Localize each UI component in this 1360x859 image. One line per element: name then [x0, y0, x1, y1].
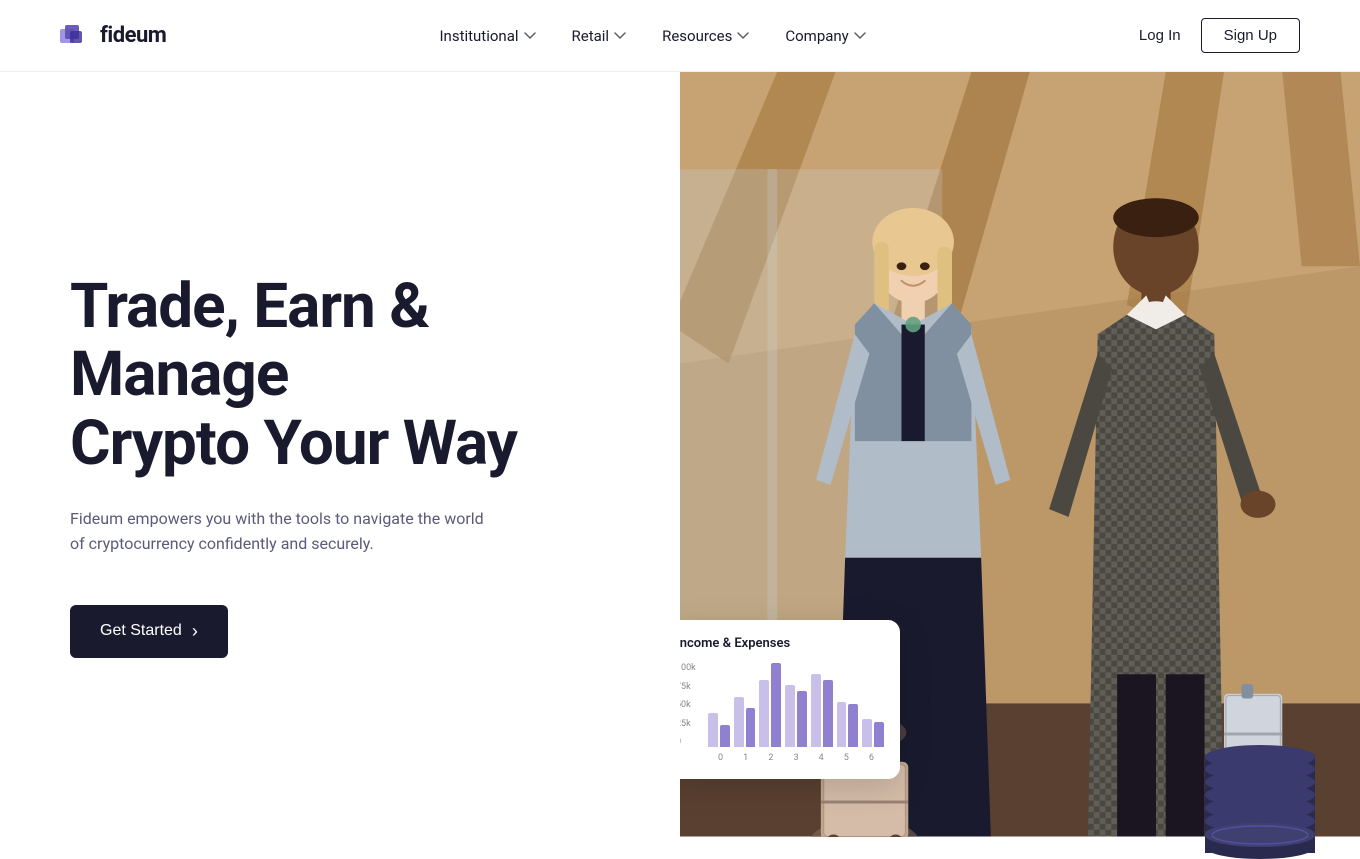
hero-left: Trade, Earn & Manage Crypto Your Way Fid…: [0, 213, 680, 718]
nav-item-company[interactable]: Company: [785, 27, 865, 45]
bar-group: [862, 719, 884, 747]
bar-group: [734, 697, 756, 747]
chart-card: Income & Expenses 100k 75k 50k 25k 0 0 1…: [680, 620, 900, 779]
bar-light: [708, 713, 718, 747]
bar-group: [785, 685, 807, 747]
bar-light: [837, 702, 847, 747]
logo-icon: [60, 25, 92, 47]
main-nav: fideum Institutional Retail Resources Co…: [0, 0, 1360, 72]
bar-light: [862, 719, 872, 747]
bar-light: [811, 674, 821, 747]
logo-link[interactable]: fideum: [60, 23, 166, 48]
nav-item-retail[interactable]: Retail: [572, 27, 627, 45]
coins-stack: [1160, 729, 1360, 859]
arrow-icon: ›: [192, 621, 198, 642]
bar-group: [759, 663, 781, 747]
chart-card-title: Income & Expenses: [680, 636, 884, 651]
chevron-down-icon: [524, 32, 536, 40]
bar-group: [811, 674, 833, 747]
logo-text: fideum: [100, 23, 166, 48]
nav-item-institutional[interactable]: Institutional: [439, 27, 535, 45]
chevron-down-icon: [737, 32, 749, 40]
bar-group: [708, 713, 730, 747]
hero-section: Trade, Earn & Manage Crypto Your Way Fid…: [0, 72, 1360, 859]
nav-actions: Log In Sign Up: [1139, 18, 1300, 53]
bar-dark: [874, 722, 884, 747]
login-button[interactable]: Log In: [1139, 27, 1181, 44]
nav-links: Institutional Retail Resources Company: [439, 27, 865, 45]
chevron-down-icon: [854, 32, 866, 40]
hero-right: ✳ Income & Expenses 100k 75k 50k 25k 0 0…: [680, 72, 1360, 859]
hero-subtitle: Fideum empowers you with the tools to na…: [70, 506, 490, 557]
bar-light: [785, 685, 795, 747]
bar-light: [734, 697, 744, 747]
bar-dark: [771, 663, 781, 747]
signup-button[interactable]: Sign Up: [1201, 18, 1300, 53]
bar-dark: [797, 691, 807, 747]
chart-x-labels: 0 1 2 3 4 5 6: [708, 753, 884, 763]
bar-dark: [720, 725, 730, 747]
bar-dark: [848, 704, 858, 747]
hero-title: Trade, Earn & Manage Crypto Your Way: [70, 273, 620, 478]
chart-area: 100k 75k 50k 25k 0 0 1 2 3 4 5 6: [680, 663, 884, 763]
bar-dark: [823, 680, 833, 747]
bar-group: [837, 702, 859, 747]
bar-dark: [746, 708, 756, 747]
bar-light: [759, 680, 769, 747]
chart-y-labels: 100k 75k 50k 25k 0: [680, 663, 704, 747]
chevron-down-icon: [614, 32, 626, 40]
nav-item-resources[interactable]: Resources: [662, 27, 749, 45]
get-started-button[interactable]: Get Started ›: [70, 605, 228, 658]
chart-bars-area: [708, 663, 884, 747]
